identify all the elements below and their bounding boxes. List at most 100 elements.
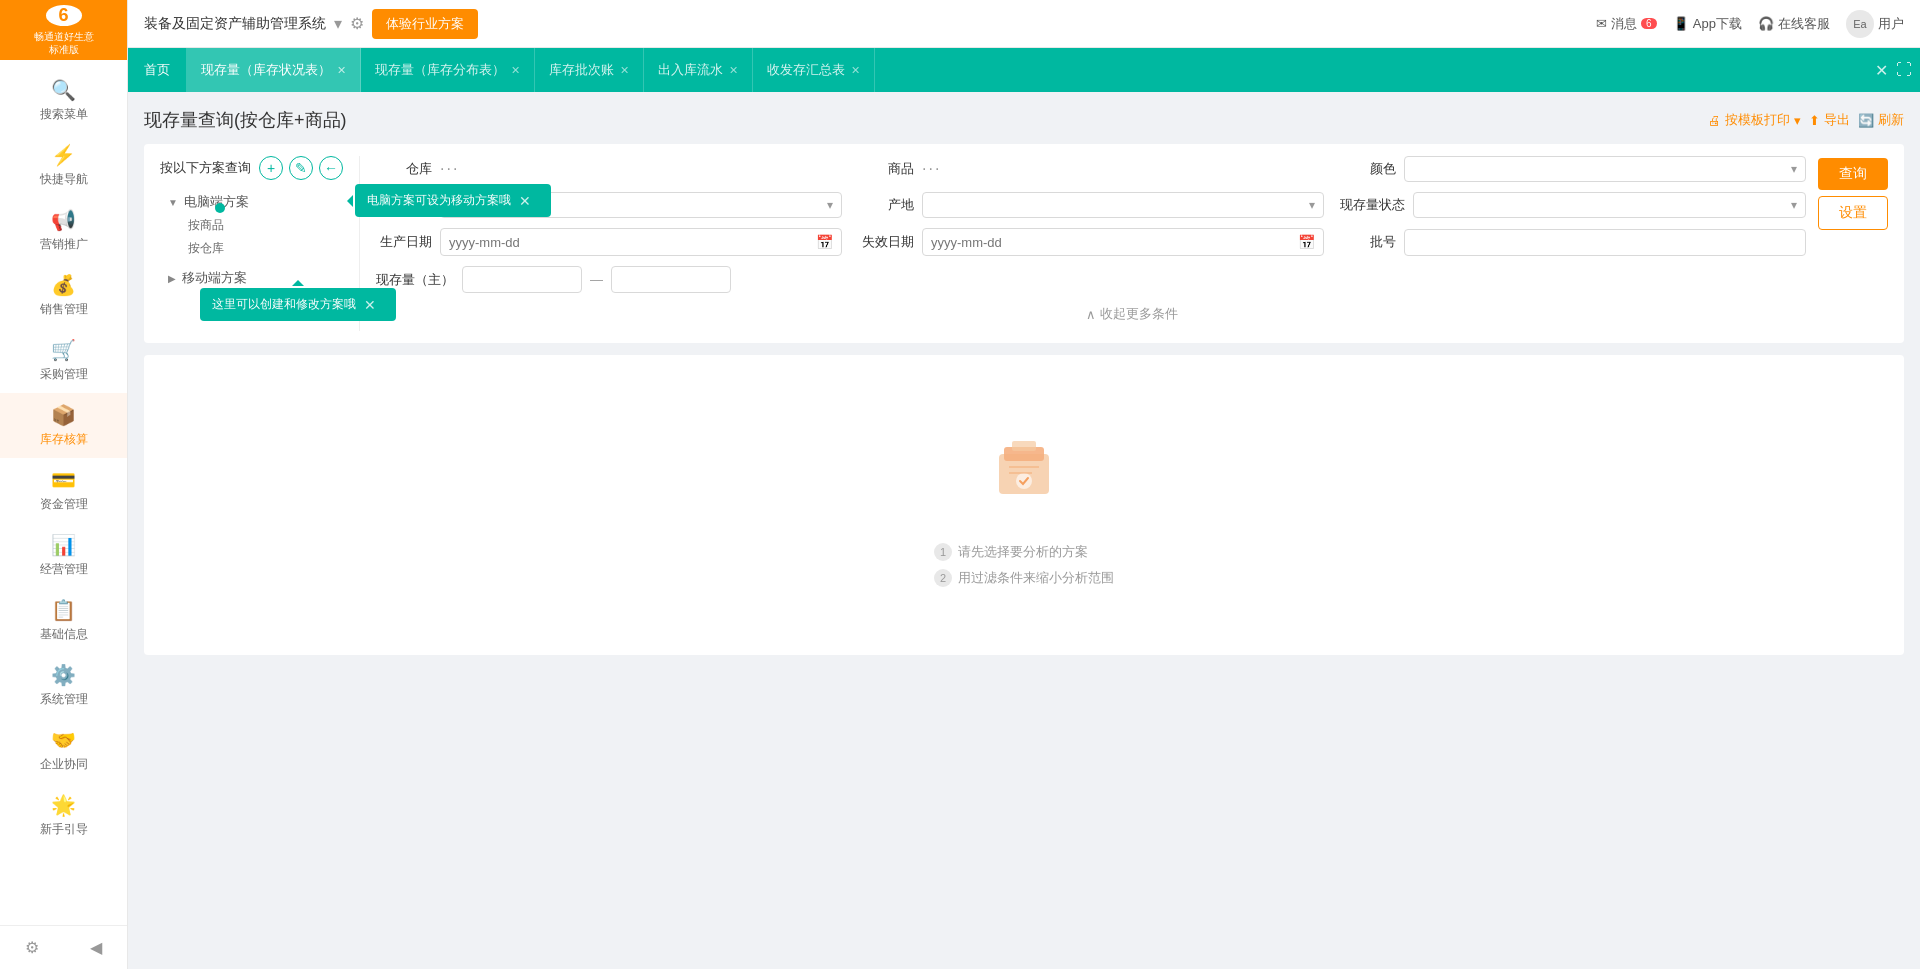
scheme-group-desktop: ▼ 电脑端方案 按商品 按仓库 [168,190,347,260]
print-btn[interactable]: 🖨 按模板打印 ▾ [1708,111,1801,129]
online-service-btn[interactable]: 🎧 在线客服 [1758,15,1830,33]
tab-close-receive-send-summary[interactable]: ✕ [851,64,860,77]
scheme-list: ▼ 电脑端方案 按商品 按仓库 ▶ 移动端方案 [160,190,347,290]
product-dots[interactable]: ··· [922,160,941,178]
refresh-btn[interactable]: 🔄 刷新 [1858,111,1904,129]
headset-icon: 🎧 [1758,16,1774,31]
system-name-dropdown-icon[interactable]: ▾ [334,14,342,33]
sidebar-item-sales[interactable]: 💰 销售管理 [0,263,127,328]
sidebar-settings-btn[interactable]: ⚙ [25,938,39,957]
filter-label: 按以下方案查询 [160,159,251,177]
tab-inout-flow[interactable]: 出入库流水 ✕ [644,48,753,92]
origin-dropdown-icon: ▾ [1309,198,1315,212]
origin-select[interactable]: ▾ [922,192,1324,218]
export-icon: ⬆ [1809,113,1820,128]
sidebar-item-system[interactable]: ⚙️ 系统管理 [0,653,127,718]
content-area: 现存量查询(按仓库+商品) 🖨 按模板打印 ▾ ⬆ 导出 🔄 刷新 [128,92,1920,969]
empty-illustration [974,419,1074,519]
warehouse-dots[interactable]: ··· [440,160,459,178]
stock-status-select[interactable]: ▾ [1413,192,1806,218]
color-select[interactable]: ▾ [1404,156,1806,182]
tab-close-all-icon[interactable]: ✕ [1875,61,1888,80]
user-btn[interactable]: Ea 用户 [1846,10,1904,38]
tab-inventory-status[interactable]: 现存量（库存状况表） ✕ [187,48,361,92]
color-field: 颜色 ▾ [1340,156,1806,182]
filter-actions: + ✎ ← [259,156,343,180]
scheme-item-by-product[interactable]: 按商品 [168,214,347,237]
empty-hints: 1 请先选择要分析的方案 2 用过滤条件来缩小分析范围 [934,539,1114,591]
main-area: 装备及固定资产辅助管理系统 ▾ ⚙ 体验行业方案 ✉ 消息 6 📱 App下载 … [128,0,1920,969]
batch-input[interactable] [1404,229,1806,256]
avatar: Ea [1846,10,1874,38]
tab-home[interactable]: 首页 [128,48,187,92]
sidebar-item-purchase[interactable]: 🛒 采购管理 [0,328,127,393]
exp-date-text[interactable] [931,235,1292,250]
scheme-group-mobile-header[interactable]: ▶ 移动端方案 [168,266,347,290]
scheme-group-mobile: ▶ 移动端方案 [168,266,347,290]
mfg-date-input[interactable]: 📅 [440,228,842,256]
sidebar-item-search[interactable]: 🔍 搜索菜单 [0,68,127,133]
tab-inventory-distribution[interactable]: 现存量（库存分布表） ✕ [361,48,535,92]
search-btn[interactable]: 查询 [1818,158,1888,190]
purchase-icon: 🛒 [51,338,76,362]
color-label: 颜色 [1340,160,1396,178]
calendar-icon-mfg[interactable]: 📅 [816,234,833,250]
phone-icon: 📱 [1673,16,1689,31]
results-panel: 1 请先选择要分析的方案 2 用过滤条件来缩小分析范围 [144,355,1904,655]
logo: 6 畅通道好生意 标准版 [0,0,127,60]
exp-date-input[interactable]: 📅 [922,228,1324,256]
sidebar-item-inventory[interactable]: 📦 库存核算 [0,393,127,458]
stock-max-input[interactable] [611,266,731,293]
sidebar-item-basic-info[interactable]: 📋 基础信息 [0,588,127,653]
export-btn[interactable]: ⬆ 导出 [1809,111,1850,129]
collapse-btn[interactable]: ∧ 收起更多条件 [376,297,1888,331]
sales-icon: 💰 [51,273,76,297]
stock-status-label: 现存量状态 [1340,196,1405,214]
tooltip-edit-close[interactable]: ✕ [364,297,376,313]
message-btn[interactable]: ✉ 消息 6 [1596,15,1657,33]
range-separator: — [590,272,603,287]
sidebar-collapse-btn[interactable]: ◀ [90,938,102,957]
print-icon: 🖨 [1708,113,1721,128]
exp-date-label: 失效日期 [858,233,914,251]
tab-close-inout-flow[interactable]: ✕ [729,64,738,77]
message-icon: ✉ [1596,16,1607,31]
scheme-item-by-warehouse[interactable]: 按仓库 [168,237,347,260]
tab-close-batch-account[interactable]: ✕ [620,64,629,77]
settings-icon[interactable]: ⚙ [350,14,364,33]
calendar-icon-exp[interactable]: 📅 [1298,234,1315,250]
edit-scheme-btn[interactable]: ✎ [289,156,313,180]
header-left: 装备及固定资产辅助管理系统 ▾ ⚙ 体验行业方案 [144,9,478,39]
sidebar-item-finance[interactable]: 💳 资金管理 [0,458,127,523]
newbie-icon: 🌟 [51,793,76,817]
app-download-btn[interactable]: 📱 App下载 [1673,15,1742,33]
sidebar-item-enterprise[interactable]: 🤝 企业协同 [0,718,127,783]
sidebar-item-marketing[interactable]: 📢 营销推广 [0,198,127,263]
scheme-group-desktop-header[interactable]: ▼ 电脑端方案 [168,190,347,214]
tab-close-inventory-status[interactable]: ✕ [337,64,346,77]
sidebar-item-quick-nav[interactable]: ⚡ 快捷导航 [0,133,127,198]
product-label: 商品 [858,160,914,178]
filter-header: 按以下方案查询 + ✎ ← [160,156,347,180]
add-scheme-btn[interactable]: + [259,156,283,180]
back-btn[interactable]: ← [319,156,343,180]
tab-close-inventory-distribution[interactable]: ✕ [511,64,520,77]
page-title-bar: 现存量查询(按仓库+商品) 🖨 按模板打印 ▾ ⬆ 导出 🔄 刷新 [144,108,1904,132]
basic-info-icon: 📋 [51,598,76,622]
empty-state: 1 请先选择要分析的方案 2 用过滤条件来缩小分析范围 [144,355,1904,655]
tab-receive-send-summary[interactable]: 收发存汇总表 ✕ [753,48,875,92]
batch-field: 批号 [1340,228,1806,256]
tab-batch-account[interactable]: 库存批次账 ✕ [535,48,644,92]
sidebar-item-management[interactable]: 📊 经营管理 [0,523,127,588]
stock-min-input[interactable] [462,266,582,293]
mfg-date-text[interactable] [449,235,810,250]
tab-fullscreen-icon[interactable]: ⛶ [1896,61,1912,79]
tooltip-scheme-close[interactable]: ✕ [519,193,531,209]
setting-btn[interactable]: 设置 [1818,196,1888,230]
header-right: ✉ 消息 6 📱 App下载 🎧 在线客服 Ea 用户 [1596,10,1904,38]
exp-date-field: 失效日期 📅 [858,228,1324,256]
sidebar-item-newbie[interactable]: 🌟 新手引导 [0,783,127,848]
finance-icon: 💳 [51,468,76,492]
experience-btn[interactable]: 体验行业方案 [372,9,478,39]
page-title: 现存量查询(按仓库+商品) [144,108,347,132]
